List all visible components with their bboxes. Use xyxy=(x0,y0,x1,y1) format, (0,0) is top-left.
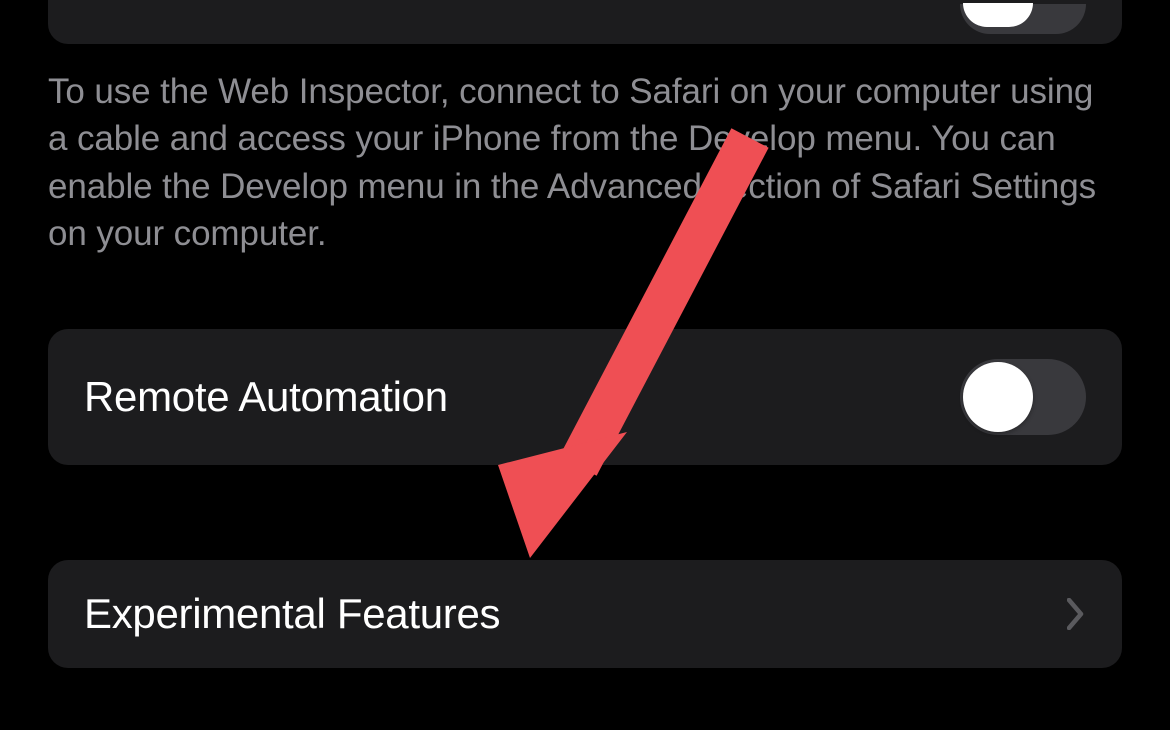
toggle-knob xyxy=(963,362,1033,432)
experimental-features-row[interactable]: Experimental Features xyxy=(48,560,1122,668)
remote-automation-row[interactable]: Remote Automation xyxy=(48,329,1122,465)
chevron-right-icon xyxy=(1066,596,1086,632)
experimental-features-label: Experimental Features xyxy=(84,590,500,638)
toggle-knob xyxy=(963,3,1033,27)
web-inspector-row-partial[interactable] xyxy=(48,0,1122,44)
web-inspector-description: To use the Web Inspector, connect to Saf… xyxy=(0,44,1170,257)
remote-automation-label: Remote Automation xyxy=(84,373,448,421)
remote-automation-toggle[interactable] xyxy=(960,359,1086,435)
web-inspector-toggle-partial[interactable] xyxy=(960,4,1086,34)
